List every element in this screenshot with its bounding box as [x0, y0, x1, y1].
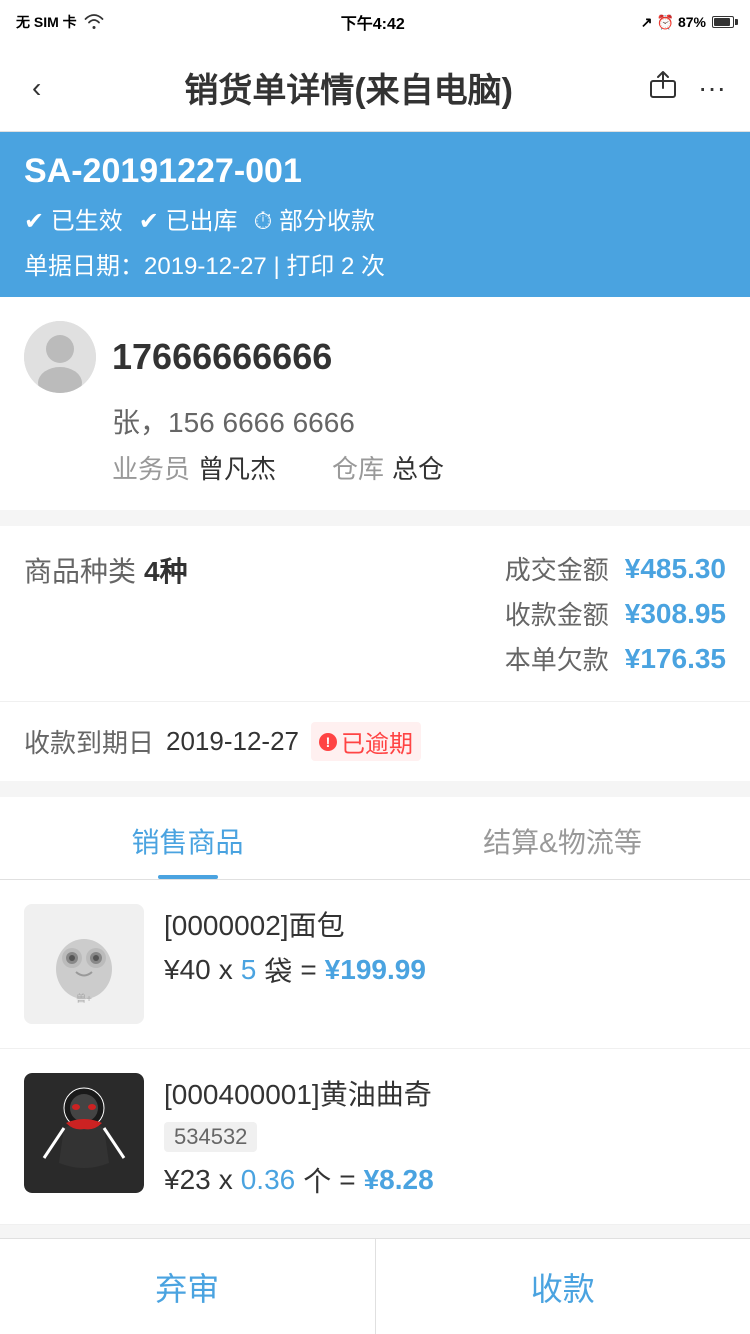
product-sku-2: 534532 — [164, 1122, 257, 1152]
summary-right: 成交金额 ¥485.30 收款金额 ¥308.95 本单欠款 ¥176.35 — [505, 550, 726, 677]
tabs-bar: 销售商品 结算&物流等 — [0, 797, 750, 880]
product-name-1: [0000002]面包 — [164, 904, 726, 944]
amount-label: 成交金额 — [505, 550, 609, 587]
badge-effective: ✔ 已生效 — [24, 201, 123, 236]
order-id: SA-20191227-001 — [24, 152, 726, 191]
price-unit-2: 个 — [303, 1160, 331, 1200]
nav-actions: ··· — [648, 69, 726, 106]
collect-label: 收款金额 — [505, 595, 609, 632]
summary-left: 商品种类 4种 — [24, 550, 188, 590]
product-info-2: [000400001]黄油曲奇 534532 ¥23 x 0.36 个 = ¥8… — [164, 1073, 726, 1200]
badge-shipped: ✔ 已出库 — [139, 201, 238, 236]
price-eq-2: = — [339, 1164, 355, 1196]
salesperson-value: 曾凡杰 — [198, 449, 276, 486]
back-button[interactable]: ‹ — [24, 64, 49, 112]
status-left: 无 SIM 卡 — [16, 12, 105, 32]
nav-bar: ‹ 销货单详情(来自电脑) ··· — [0, 44, 750, 132]
amount-value: ¥485.30 — [625, 553, 726, 585]
page-title: 销货单详情(来自电脑) — [184, 63, 513, 112]
battery-icon — [712, 16, 734, 28]
product-price-row-2: ¥23 x 0.36 个 = ¥8.28 — [164, 1160, 726, 1200]
price-unit-1: 袋 — [264, 950, 292, 990]
price-qty-1: 5 — [241, 954, 257, 986]
status-badges: ✔ 已生效 ✔ 已出库 ⏱ 部分收款 — [24, 201, 726, 236]
avatar — [24, 321, 96, 393]
product-info-1: [0000002]面包 ¥40 x 5 袋 = ¥199.99 — [164, 904, 726, 990]
due-label: 收款到期日 — [24, 723, 154, 760]
more-icon[interactable]: ··· — [698, 72, 726, 104]
warehouse-label: 仓库 — [332, 449, 384, 486]
customer-name: 张，156 6666 6666 — [24, 401, 726, 441]
price-qty-2: 0.36 — [241, 1164, 296, 1196]
price-base-1: ¥40 — [164, 954, 211, 986]
status-time: 下午4:42 — [341, 10, 405, 34]
overdue-text: 已逾期 — [341, 724, 413, 759]
product-list: 兽+ [0000002]面包 ¥40 x 5 袋 = ¥199.99 — [0, 880, 750, 1225]
meta-print: | 打印 2 次 — [273, 253, 385, 280]
battery-percent: 87% — [678, 14, 706, 30]
price-mul-1: x — [219, 954, 233, 986]
share-icon[interactable] — [648, 69, 678, 106]
due-section: 收款到期日 2019-12-27 ! 已逾期 — [0, 701, 750, 781]
product-thumb-2 — [24, 1073, 144, 1193]
price-base-2: ¥23 — [164, 1164, 211, 1196]
collect-label: 收款 — [531, 1264, 595, 1310]
due-date: 2019-12-27 — [166, 726, 299, 757]
collect-row: 收款金额 ¥308.95 — [505, 595, 726, 632]
tab-sales-products[interactable]: 销售商品 — [0, 797, 375, 879]
wifi-icon — [83, 13, 105, 32]
list-item: [000400001]黄油曲奇 534532 ¥23 x 0.36 个 = ¥8… — [0, 1049, 750, 1225]
product-price-row-1: ¥40 x 5 袋 = ¥199.99 — [164, 950, 726, 990]
collect-button[interactable]: 收款 — [376, 1239, 750, 1334]
customer-row: 业务员 曾凡杰 仓库 总仓 — [24, 449, 726, 486]
summary-section: 商品种类 4种 成交金额 ¥485.30 收款金额 ¥308.95 本单欠款 ¥… — [0, 526, 750, 701]
collect-value: ¥308.95 — [625, 598, 726, 630]
amount-row: 成交金额 ¥485.30 — [505, 550, 726, 587]
bottom-bar: 弃审 收款 — [0, 1238, 750, 1334]
customer-top: 17666666666 — [24, 321, 726, 393]
divider-1 — [0, 510, 750, 526]
customer-section: 17666666666 张，156 6666 6666 业务员 曾凡杰 仓库 总… — [0, 297, 750, 510]
category-label: 商品种类 — [24, 550, 136, 590]
header-banner: SA-20191227-001 ✔ 已生效 ✔ 已出库 ⏱ 部分收款 单据日期：… — [0, 132, 750, 297]
cancel-label: 弃审 — [155, 1264, 219, 1310]
debt-row: 本单欠款 ¥176.35 — [505, 640, 726, 677]
price-total-1: ¥199.99 — [325, 954, 426, 986]
location-icon: ↗ — [641, 14, 653, 31]
summary-row: 商品种类 4种 成交金额 ¥485.30 收款金额 ¥308.95 本单欠款 ¥… — [24, 550, 726, 677]
status-bar: 无 SIM 卡 下午4:42 ↗ ⏰ 87% — [0, 0, 750, 44]
svg-text:兽+: 兽+ — [76, 992, 92, 1005]
warehouse-value: 总仓 — [392, 449, 444, 486]
customer-phone: 17666666666 — [112, 336, 332, 378]
alarm-icon: ⏰ — [657, 14, 674, 31]
sim-status: 无 SIM 卡 — [16, 12, 77, 32]
status-right: ↗ ⏰ 87% — [641, 14, 734, 31]
overdue-dot-icon: ! — [319, 733, 337, 751]
tab-sales-label: 销售商品 — [131, 827, 243, 858]
price-eq-1: = — [300, 954, 316, 986]
meta-date: 单据日期：2019-12-27 — [24, 253, 267, 280]
tabs-section: 销售商品 结算&物流等 — [0, 797, 750, 880]
category-count: 4种 — [144, 550, 188, 590]
price-mul-2: x — [219, 1164, 233, 1196]
badge-partial: ⏱ 部分收款 — [254, 201, 375, 236]
product-thumb-1: 兽+ — [24, 904, 144, 1024]
list-item: 兽+ [0000002]面包 ¥40 x 5 袋 = ¥199.99 — [0, 880, 750, 1049]
tab-settlement[interactable]: 结算&物流等 — [375, 797, 750, 879]
cancel-audit-button[interactable]: 弃审 — [0, 1239, 376, 1334]
product-name-2: [000400001]黄油曲奇 — [164, 1073, 726, 1113]
salesperson-label: 业务员 — [112, 449, 190, 486]
price-total-2: ¥8.28 — [364, 1164, 434, 1196]
debt-value: ¥176.35 — [625, 643, 726, 675]
tab-settlement-label: 结算&物流等 — [483, 827, 642, 858]
overdue-badge: ! 已逾期 — [311, 722, 421, 761]
debt-label: 本单欠款 — [505, 640, 609, 677]
order-meta: 单据日期：2019-12-27 | 打印 2 次 — [24, 246, 726, 281]
